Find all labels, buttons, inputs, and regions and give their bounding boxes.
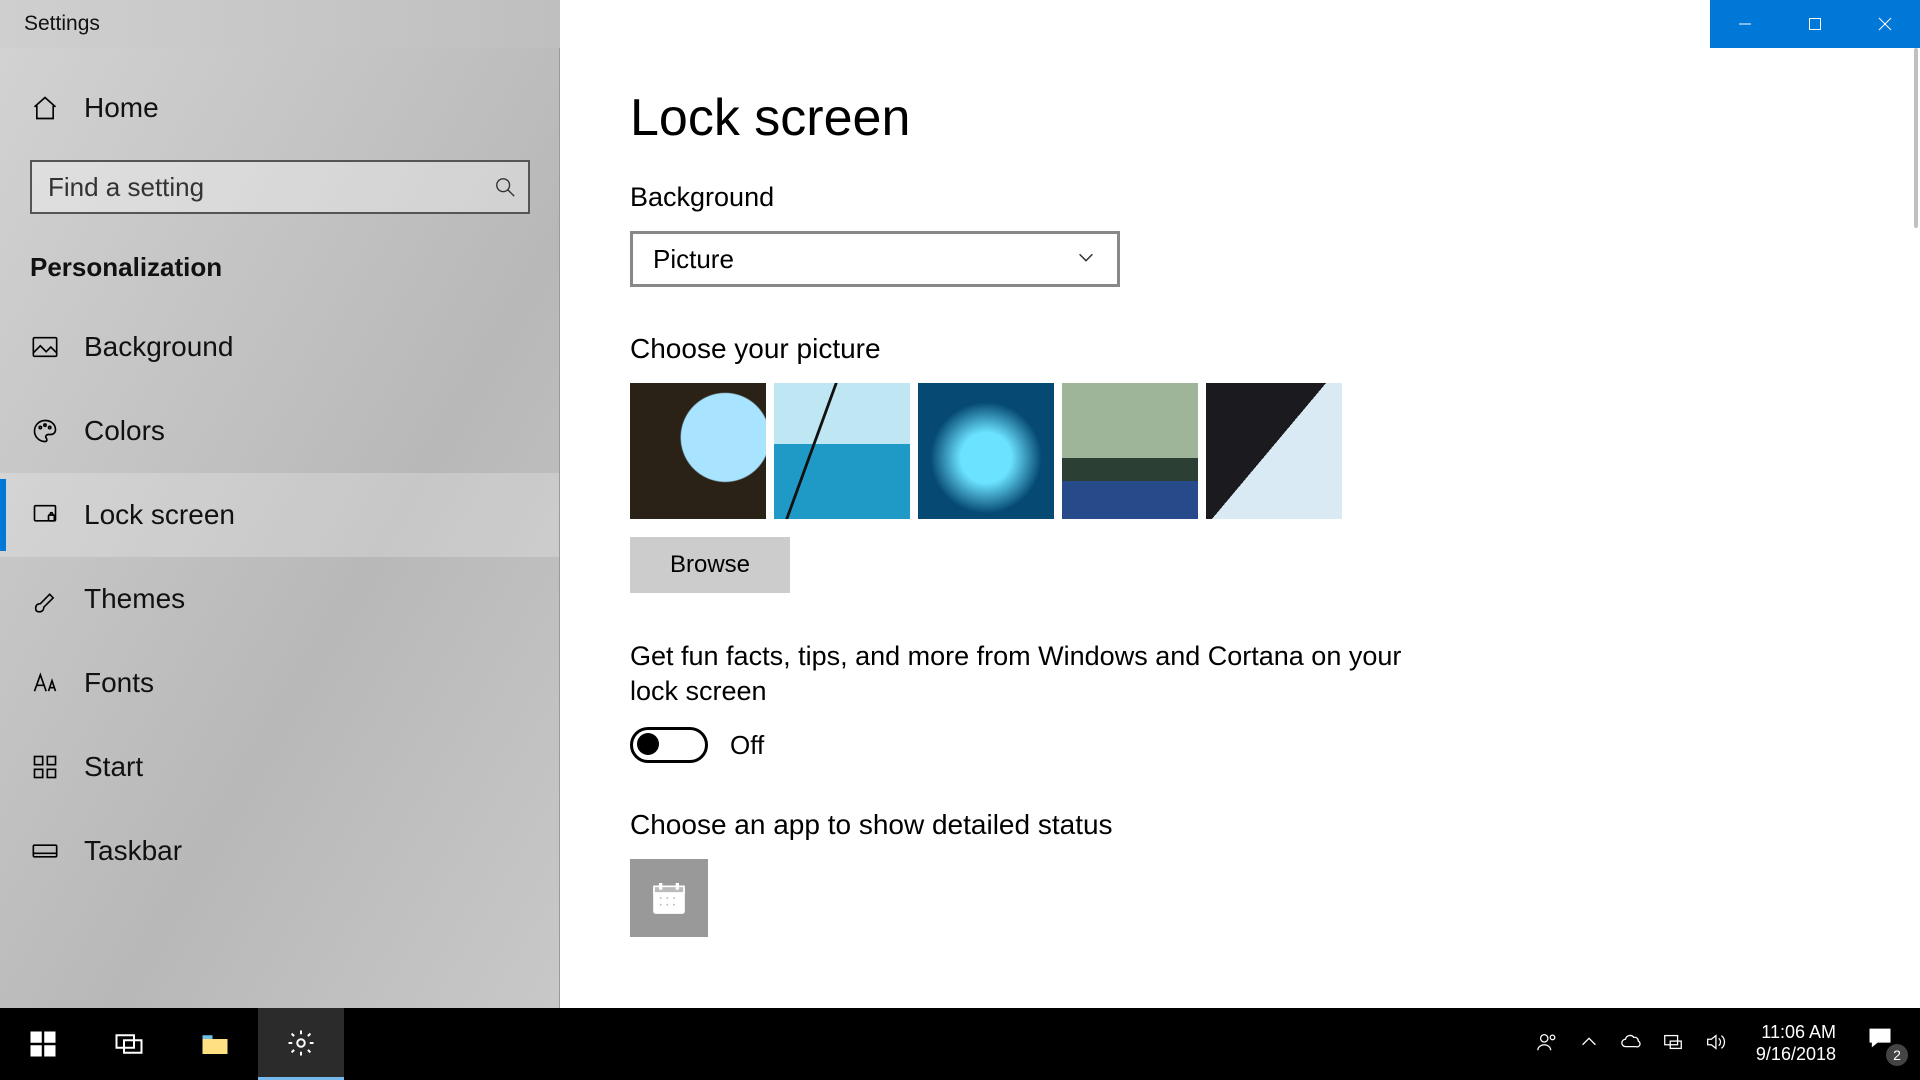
browse-button[interactable]: Browse [630, 537, 790, 593]
calendar-icon [649, 878, 689, 918]
picture-thumb-4[interactable] [1062, 383, 1198, 519]
sidebar-item-start[interactable]: Start [0, 725, 560, 809]
action-center-button[interactable]: 2 [1866, 1024, 1906, 1064]
task-view-button[interactable] [86, 1008, 172, 1080]
detailed-status-label: Choose an app to show detailed status [630, 809, 1850, 841]
sidebar-item-colors[interactable]: Colors [0, 389, 560, 473]
funfacts-label: Get fun facts, tips, and more from Windo… [630, 639, 1410, 709]
category-heading: Personalization [0, 232, 560, 305]
palette-icon [30, 416, 60, 446]
background-dropdown-value: Picture [653, 244, 734, 275]
sidebar-item-label: Themes [84, 583, 185, 615]
sidebar-item-label: Taskbar [84, 835, 182, 867]
picture-thumb-5[interactable] [1206, 383, 1342, 519]
volume-icon[interactable] [1704, 1031, 1726, 1058]
detailed-status-app-tile[interactable] [630, 859, 708, 937]
start-button[interactable] [0, 1008, 86, 1080]
minimize-button[interactable] [1710, 0, 1780, 48]
notification-badge: 2 [1886, 1044, 1908, 1066]
start-grid-icon [30, 752, 60, 782]
file-explorer-button[interactable] [172, 1008, 258, 1080]
window-title: Settings [0, 12, 100, 36]
choose-picture-label: Choose your picture [630, 333, 1850, 365]
sidebar: Home Personalization Background Colo [0, 48, 560, 1008]
search-field[interactable] [32, 162, 482, 212]
sidebar-home-label: Home [84, 92, 159, 124]
clock[interactable]: 11:06 AM 9/16/2018 [1746, 1022, 1846, 1065]
scrollbar[interactable] [1914, 48, 1918, 228]
taskbar: 11:06 AM 9/16/2018 2 [0, 1008, 1920, 1080]
close-button[interactable] [1850, 0, 1920, 48]
background-label: Background [630, 182, 1850, 213]
sidebar-home[interactable]: Home [0, 66, 560, 150]
sidebar-item-themes[interactable]: Themes [0, 557, 560, 641]
funfacts-toggle[interactable] [630, 727, 708, 763]
sidebar-item-fonts[interactable]: Fonts [0, 641, 560, 725]
sidebar-item-background[interactable]: Background [0, 305, 560, 389]
brush-icon [30, 584, 60, 614]
sidebar-item-label: Background [84, 331, 233, 363]
titlebar: Settings [0, 0, 1920, 48]
funfacts-state: Off [730, 730, 764, 761]
main-content: Lock screen Background Picture Choose yo… [560, 48, 1920, 1008]
font-icon [30, 668, 60, 698]
lock-screen-icon [30, 500, 60, 530]
page-title: Lock screen [630, 88, 1850, 148]
background-dropdown[interactable]: Picture [630, 231, 1120, 287]
picture-thumb-3[interactable] [918, 383, 1054, 519]
tray-chevron-up-icon[interactable] [1578, 1031, 1600, 1058]
onedrive-icon[interactable] [1620, 1031, 1642, 1058]
sidebar-item-label: Lock screen [84, 499, 235, 531]
search-input[interactable] [30, 160, 530, 214]
chevron-down-icon [1075, 244, 1097, 275]
sidebar-item-taskbar[interactable]: Taskbar [0, 809, 560, 893]
sidebar-item-label: Colors [84, 415, 165, 447]
clock-time: 11:06 AM [1756, 1022, 1836, 1044]
picture-thumbnails [630, 383, 1850, 519]
taskbar-icon [30, 836, 60, 866]
picture-thumb-2[interactable] [774, 383, 910, 519]
sidebar-item-label: Start [84, 751, 143, 783]
home-icon [30, 93, 60, 123]
sidebar-item-lock-screen[interactable]: Lock screen [0, 473, 560, 557]
network-icon[interactable] [1662, 1031, 1684, 1058]
search-icon [482, 176, 528, 198]
clock-date: 9/16/2018 [1756, 1044, 1836, 1066]
picture-thumb-1[interactable] [630, 383, 766, 519]
settings-app-button[interactable] [258, 1008, 344, 1080]
sidebar-item-label: Fonts [84, 667, 154, 699]
people-icon[interactable] [1536, 1031, 1558, 1058]
maximize-button[interactable] [1780, 0, 1850, 48]
image-icon [30, 332, 60, 362]
